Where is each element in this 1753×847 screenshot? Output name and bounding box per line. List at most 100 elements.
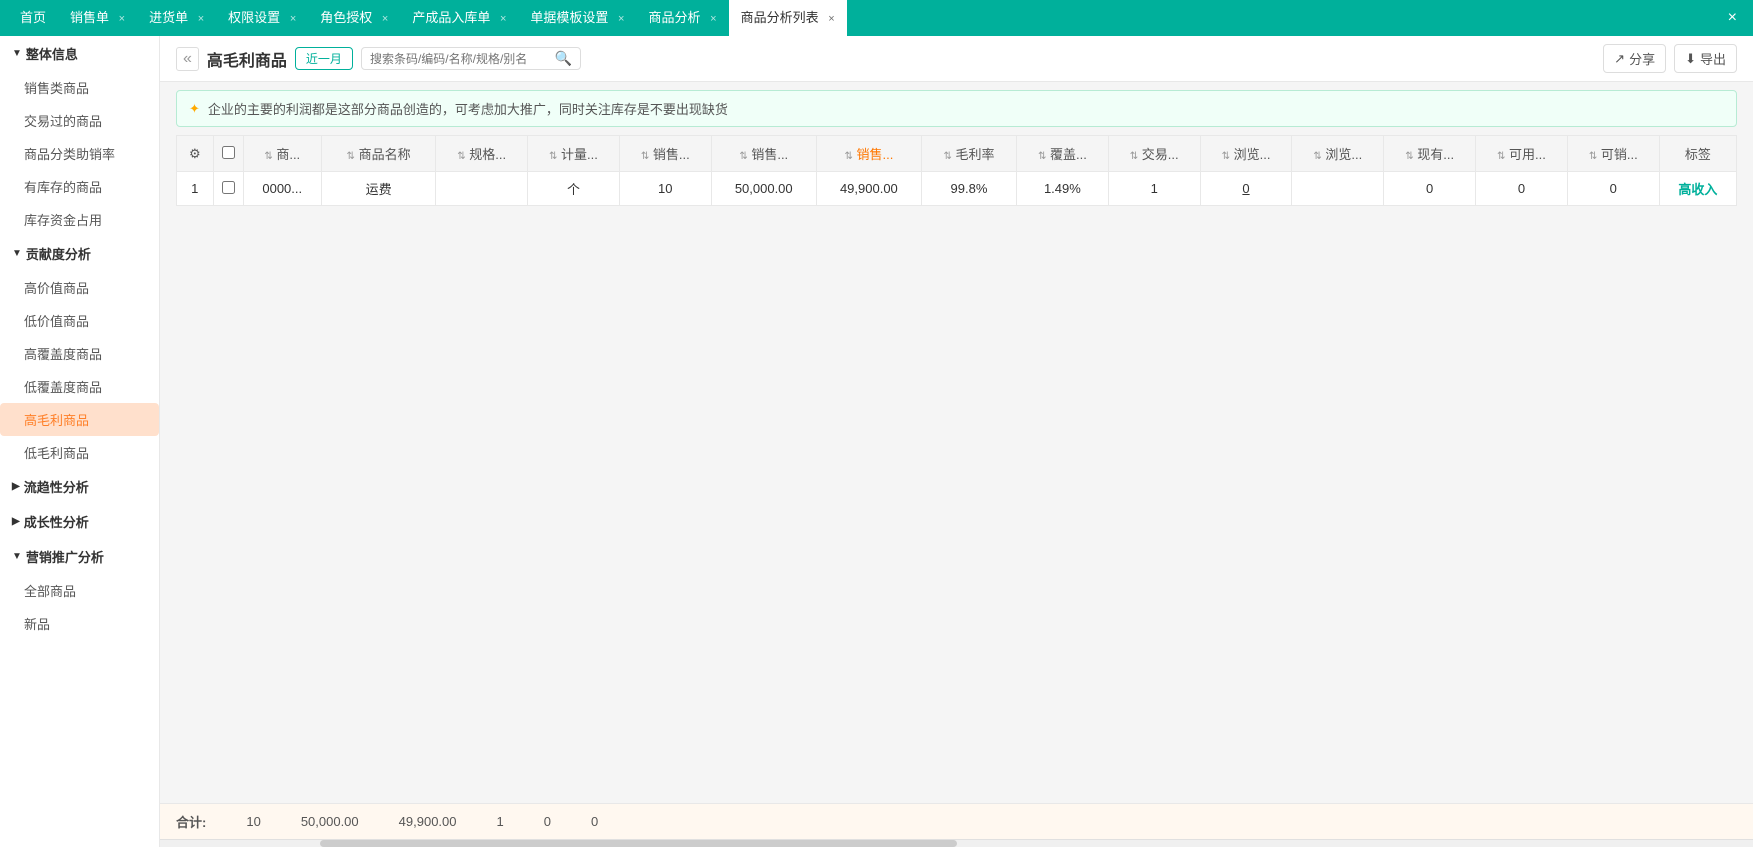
table-container[interactable]: ⚙ ⇅ 商... ⇅ 商品名称 xyxy=(160,135,1753,803)
nav-analysis-list[interactable]: 商品分析列表 × xyxy=(729,0,847,36)
sidebar-group-overall[interactable]: ▼ 整体信息 xyxy=(0,36,159,71)
cell-margin: 99.8% xyxy=(921,172,1016,206)
settings-icon[interactable]: ⚙ xyxy=(189,146,201,161)
cell-available: 0 xyxy=(1476,172,1568,206)
th-transaction[interactable]: ⇅ 交易... xyxy=(1108,136,1200,172)
cell-view1[interactable]: 0 xyxy=(1200,172,1292,206)
page-title: 高毛利商品 xyxy=(207,47,287,71)
date-filter-button[interactable]: 近一月 xyxy=(295,47,353,70)
close-analysis-tab[interactable]: × xyxy=(710,13,716,25)
sidebar-group-contribution[interactable]: ▼ 贡献度分析 xyxy=(0,236,159,271)
sidebar-item-in-stock[interactable]: 有库存的商品 xyxy=(0,170,159,203)
close-analysis-list-tab[interactable]: × xyxy=(828,13,834,25)
table-header-row: ⚙ ⇅ 商... ⇅ 商品名称 xyxy=(177,136,1737,172)
cell-num: 1 xyxy=(177,172,214,206)
content-area: « 高毛利商品 近一月 🔍 ↗ 分享 ⬇ 导出 ✦ 企业的主要的利润都是这部 xyxy=(160,36,1753,847)
sidebar-item-new-goods[interactable]: 新品 xyxy=(0,607,159,640)
th-stock[interactable]: ⇅ 现有... xyxy=(1384,136,1476,172)
search-box: 🔍 xyxy=(361,47,581,70)
th-view1[interactable]: ⇅ 浏览... xyxy=(1200,136,1292,172)
main-layout: ▼ 整体信息 销售类商品 交易过的商品 商品分类助销率 有库存的商品 库存资金占… xyxy=(0,36,1753,847)
th-checkbox[interactable] xyxy=(213,136,243,172)
sort-icon-view1: ⇅ xyxy=(1222,151,1230,162)
nav-purchase[interactable]: 进货单 × xyxy=(137,0,216,36)
th-name[interactable]: ⇅ 商品名称 xyxy=(321,136,435,172)
sidebar-item-high-coverage[interactable]: 高覆盖度商品 xyxy=(0,337,159,370)
cell-stock: 0 xyxy=(1384,172,1476,206)
sidebar-item-low-value[interactable]: 低价值商品 xyxy=(0,304,159,337)
th-available[interactable]: ⇅ 可用... xyxy=(1476,136,1568,172)
sidebar-group-growth[interactable]: ▶ 成长性分析 xyxy=(0,504,159,539)
row-checkbox[interactable] xyxy=(222,181,235,194)
collapse-sidebar-btn[interactable]: « xyxy=(176,47,199,71)
sort-icon-salesqty: ⇅ xyxy=(641,151,649,162)
sidebar-group-trend[interactable]: ▶ 流趋性分析 xyxy=(0,469,159,504)
nav-analysis[interactable]: 商品分析 × xyxy=(636,0,728,36)
content-header: « 高毛利商品 近一月 🔍 ↗ 分享 ⬇ 导出 xyxy=(160,36,1753,82)
close-purchase-tab[interactable]: × xyxy=(198,13,204,25)
cell-coverage: 1.49% xyxy=(1016,172,1108,206)
search-input[interactable] xyxy=(370,52,555,66)
footer-sales-cost: 49,900.00 xyxy=(399,814,457,829)
cell-transaction: 1 xyxy=(1108,172,1200,206)
nav-template[interactable]: 单据模板设置 × xyxy=(518,0,636,36)
close-role-tab[interactable]: × xyxy=(382,13,388,25)
close-product-in-tab[interactable]: × xyxy=(500,13,506,25)
th-settings[interactable]: ⚙ xyxy=(177,136,214,172)
footer-transaction: 1 xyxy=(497,814,504,829)
nav-sales[interactable]: 销售单 × xyxy=(58,0,137,36)
th-sales-amt[interactable]: ⇅ 销售... xyxy=(711,136,816,172)
cell-tag: 高收入 xyxy=(1659,172,1736,206)
close-permission-tab[interactable]: × xyxy=(290,13,296,25)
th-view2[interactable]: ⇅ 浏览... xyxy=(1292,136,1384,172)
th-code[interactable]: ⇅ 商... xyxy=(243,136,321,172)
arrow-contribution: ▼ xyxy=(12,248,22,259)
sort-icon-stock: ⇅ xyxy=(1405,151,1413,162)
th-spec[interactable]: ⇅ 规格... xyxy=(436,136,528,172)
export-icon: ⬇ xyxy=(1685,51,1696,67)
nav-product-in[interactable]: 产成品入库单 × xyxy=(400,0,518,36)
scrollbar-thumb[interactable] xyxy=(320,840,957,847)
sidebar-item-low-coverage[interactable]: 低覆盖度商品 xyxy=(0,370,159,403)
close-all-tabs[interactable]: × xyxy=(1720,9,1745,27)
nav-permission[interactable]: 权限设置 × xyxy=(216,0,308,36)
sidebar-item-category-rate[interactable]: 商品分类助销率 xyxy=(0,137,159,170)
export-button[interactable]: ⬇ 导出 xyxy=(1674,44,1737,73)
sidebar-item-high-value[interactable]: 高价值商品 xyxy=(0,271,159,304)
th-coverage[interactable]: ⇅ 覆盖... xyxy=(1016,136,1108,172)
sort-icon-coverage: ⇅ xyxy=(1038,151,1046,162)
nav-home[interactable]: 首页 xyxy=(8,0,58,36)
sort-icon-saleable: ⇅ xyxy=(1589,151,1597,162)
sidebar-item-low-margin[interactable]: 低毛利商品 xyxy=(0,436,159,469)
th-sales-qty[interactable]: ⇅ 销售... xyxy=(619,136,711,172)
th-tag[interactable]: 标签 xyxy=(1659,136,1736,172)
close-template-tab[interactable]: × xyxy=(618,13,624,25)
sidebar-item-all-goods[interactable]: 全部商品 xyxy=(0,574,159,607)
search-icon[interactable]: 🔍 xyxy=(555,50,572,67)
footer-available: 0 xyxy=(591,814,598,829)
nav-role[interactable]: 角色授权 × xyxy=(308,0,400,36)
th-sales-cost[interactable]: ⇅ 销售... xyxy=(816,136,921,172)
sort-icon-spec: ⇅ xyxy=(457,151,465,162)
cell-checkbox[interactable] xyxy=(213,172,243,206)
sidebar-item-stock-capital[interactable]: 库存资金占用 xyxy=(0,203,159,236)
bottom-scrollbar[interactable] xyxy=(160,839,1753,847)
sidebar-item-sales-goods[interactable]: 销售类商品 xyxy=(0,71,159,104)
data-table: ⚙ ⇅ 商... ⇅ 商品名称 xyxy=(176,135,1737,206)
th-margin[interactable]: ⇅ 毛利率 xyxy=(921,136,1016,172)
cell-unit: 个 xyxy=(528,172,620,206)
th-saleable[interactable]: ⇅ 可销... xyxy=(1567,136,1659,172)
sidebar-item-high-margin[interactable]: 高毛利商品 xyxy=(0,403,159,436)
sidebar-item-traded-goods[interactable]: 交易过的商品 xyxy=(0,104,159,137)
cell-sales-amt: 50,000.00 xyxy=(711,172,816,206)
footer-stock: 0 xyxy=(544,814,551,829)
info-bar: ✦ 企业的主要的利润都是这部分商品创造的，可考虑加大推广，同时关注库存是不要出现… xyxy=(176,90,1737,127)
share-button[interactable]: ↗ 分享 xyxy=(1603,44,1666,73)
close-sales-tab[interactable]: × xyxy=(119,13,125,25)
sidebar-group-marketing[interactable]: ▼ 营销推广分析 xyxy=(0,539,159,574)
arrow-trend: ▶ xyxy=(12,481,20,492)
arrow-marketing: ▼ xyxy=(12,551,22,562)
top-nav: 首页 销售单 × 进货单 × 权限设置 × 角色授权 × 产成品入库单 × 单据… xyxy=(0,0,1753,36)
select-all-checkbox[interactable] xyxy=(222,146,235,159)
th-unit[interactable]: ⇅ 计量... xyxy=(528,136,620,172)
